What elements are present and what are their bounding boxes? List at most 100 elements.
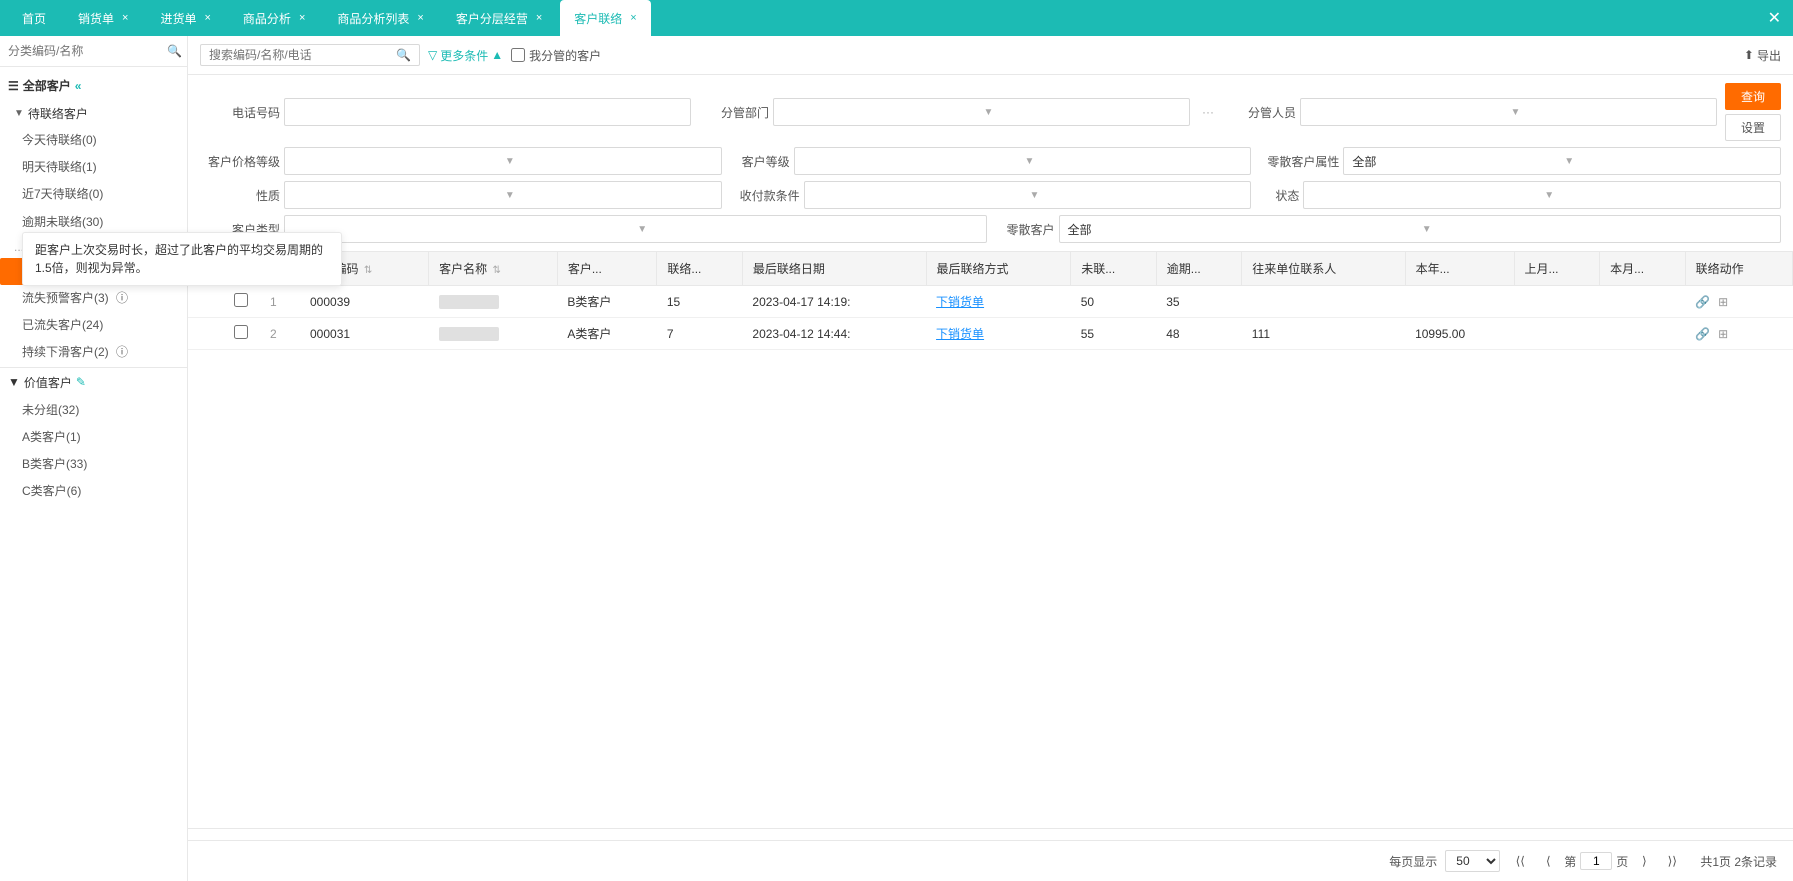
sidebar-item-c-class[interactable]: C类客户(6) (0, 478, 187, 505)
contact-icon[interactable]: 🔗 (1695, 295, 1710, 309)
data-table-container: ⚙ # 客户编码 ⇅ 客户名称 ⇅ 客户... 联络... 最 (188, 252, 1793, 828)
manager-field[interactable]: ▼ (1300, 98, 1717, 126)
my-customers-check[interactable] (511, 48, 525, 62)
filter-search-icon[interactable]: 🔍 (396, 48, 411, 62)
row-actions: 🔗⊞ (1685, 318, 1792, 350)
filter-search-box: 🔍 (200, 44, 420, 66)
sidebar-search-input[interactable] (8, 44, 163, 58)
row-checkbox-cell[interactable] (224, 318, 260, 350)
row-checkbox[interactable] (234, 325, 248, 339)
page-number-input[interactable] (1580, 852, 1612, 870)
tab-product-analysis-list[interactable]: 商品分析列表 × (323, 0, 437, 36)
export-icon: ⬆ (1744, 48, 1754, 62)
close-customer-tier-tab[interactable]: × (536, 12, 542, 24)
settings-button[interactable]: 设置 (1725, 114, 1781, 141)
phone-field[interactable] (284, 98, 691, 126)
tab-product-analysis[interactable]: 商品分析 × (229, 0, 319, 36)
sidebar-item-7days[interactable]: 近7天待联络(0) (0, 181, 187, 208)
row-checkbox-cell[interactable] (224, 286, 260, 318)
sidebar-item-tomorrow[interactable]: 明天待联络(1) (0, 154, 187, 181)
page-next-btn[interactable]: ⟩ (1632, 849, 1656, 873)
page-last-btn[interactable]: ⟩⟩ (1660, 849, 1684, 873)
sidebar-item-b-class[interactable]: B类客户(33) (0, 451, 187, 478)
filter-bar: 🔍 ▽ 更多条件 ▲ 我分管的客户 ⬆ 导出 (188, 36, 1793, 75)
price-level-field[interactable]: ▼ (284, 147, 722, 175)
row-contact-count: 15 (657, 286, 743, 318)
close-product-list-tab[interactable]: × (417, 12, 423, 24)
action-icons: 🔗⊞ (1695, 327, 1782, 341)
action-buttons: 查询 设置 (1725, 83, 1781, 141)
row-contact-count: 7 (657, 318, 743, 350)
phone-filter-group: 电话号码 (200, 98, 691, 126)
search-icon[interactable]: 🔍 (167, 44, 182, 58)
payment-field[interactable]: ▼ (804, 181, 1252, 209)
row-code: 000039 (300, 286, 429, 318)
row-code: 000031 (300, 318, 429, 350)
row-actions: 🔗⊞ (1685, 286, 1792, 318)
extended-filter: 电话号码 分管部门 ▼ ··· 分管人员 (188, 75, 1793, 252)
retail-attr-field[interactable]: 全部 ▼ (1343, 147, 1781, 175)
page-size-select[interactable]: 50 100 200 (1445, 850, 1500, 872)
row-this-year: 10995.00 (1405, 318, 1514, 350)
row-last-date: 2023-04-17 14:19: (742, 286, 926, 318)
row-checkbox[interactable] (234, 293, 248, 307)
row-company-contact (1242, 286, 1405, 318)
row-customer-type: A类客户 (557, 318, 657, 350)
field-dots[interactable]: ··· (1198, 105, 1218, 119)
sidebar-item-already-lost[interactable]: 已流失客户(24) (0, 312, 187, 339)
tab-home[interactable]: 首页 (8, 0, 60, 36)
sidebar-item-unclassified[interactable]: 未分组(32) (0, 397, 187, 424)
export-button[interactable]: ⬆ 导出 (1744, 47, 1781, 64)
dept-filter-group: 分管部门 ▼ (699, 98, 1190, 126)
tab-customer-tier[interactable]: 客户分层经营 × (442, 0, 556, 36)
row-uncontacted: 50 (1071, 286, 1157, 318)
sidebar-item-declining[interactable]: 持续下滑客户(2) ⓘ (0, 339, 187, 366)
row-company-contact: 111 (1242, 318, 1405, 350)
row-this-month (1600, 318, 1686, 350)
row-customer-type: B类客户 (557, 286, 657, 318)
row-overdue: 48 (1156, 318, 1242, 350)
th-customer-type: 客户... (557, 252, 657, 286)
retail-customer-field[interactable]: 全部 ▼ (1059, 215, 1782, 243)
page-first-btn[interactable]: ⟨⟨ (1508, 849, 1532, 873)
tab-customer-contact[interactable]: 客户联络 × (560, 0, 650, 36)
gender-field[interactable]: ▼ (284, 181, 722, 209)
th-this-month: 本月... (1600, 252, 1686, 286)
tab-sales[interactable]: 销货单 × (64, 0, 142, 36)
more-conditions-btn[interactable]: ▽ 更多条件 ▲ (428, 47, 503, 64)
sidebar-item-a-class[interactable]: A类客户(1) (0, 424, 187, 451)
row-last-date: 2023-04-12 14:44: (742, 318, 926, 350)
last-contact-method[interactable]: 下销货单 (936, 295, 984, 309)
page-prev-btn[interactable]: ⟨ (1536, 849, 1560, 873)
horizontal-scrollbar[interactable] (188, 828, 1793, 840)
data-table: ⚙ # 客户编码 ⇅ 客户名称 ⇅ 客户... 联络... 最 (188, 252, 1793, 350)
tab-purchase[interactable]: 进货单 × (146, 0, 224, 36)
sidebar-item-today[interactable]: 今天待联络(0) (0, 127, 187, 154)
filter-search-input[interactable] (209, 48, 392, 62)
close-sales-tab[interactable]: × (122, 12, 128, 24)
pending-contact-group[interactable]: ▼ 待联络客户 (0, 100, 187, 127)
content-area: 🔍 ▽ 更多条件 ▲ 我分管的客户 ⬆ 导出 电话号码 (188, 36, 1793, 881)
last-contact-method[interactable]: 下销货单 (936, 327, 984, 341)
more-icon[interactable]: ⊞ (1718, 295, 1728, 309)
th-uncontacted: 未联... (1071, 252, 1157, 286)
close-product-tab[interactable]: × (299, 12, 305, 24)
customer-type-field[interactable]: ▼ (284, 215, 987, 243)
dept-field[interactable]: ▼ (773, 98, 1190, 126)
price-level-group: 客户价格等级 ▼ (200, 147, 722, 175)
th-customer-name[interactable]: 客户名称 ⇅ (429, 252, 558, 286)
status-field[interactable]: ▼ (1303, 181, 1781, 209)
my-customers-checkbox[interactable]: 我分管的客户 (511, 47, 601, 64)
query-button[interactable]: 查询 (1725, 83, 1781, 110)
close-purchase-tab[interactable]: × (204, 12, 210, 24)
customer-level-field[interactable]: ▼ (794, 147, 1252, 175)
close-customer-contact-tab[interactable]: × (630, 12, 636, 24)
sidebar-collapse-btn[interactable]: « (75, 79, 82, 93)
more-icon[interactable]: ⊞ (1718, 327, 1728, 341)
window-close-button[interactable]: ✕ (1768, 8, 1781, 28)
row-settings (188, 318, 224, 350)
sidebar-item-lost-warning[interactable]: 流失预警客户(3) ⓘ (0, 285, 187, 312)
contact-icon[interactable]: 🔗 (1695, 327, 1710, 341)
row-last-method: 下销货单 (926, 286, 1071, 318)
edit-value-group[interactable]: ✎ (76, 375, 86, 389)
